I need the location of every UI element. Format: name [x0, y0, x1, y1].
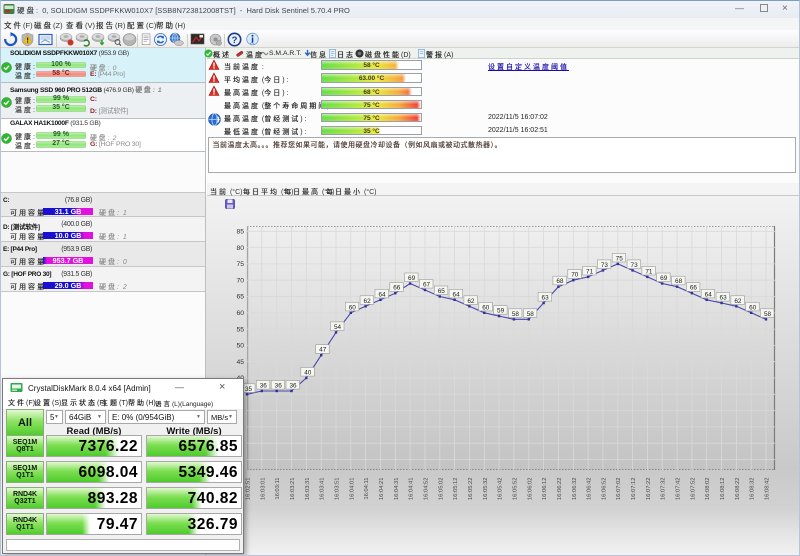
svg-text:63: 63	[542, 295, 550, 302]
svg-text:75: 75	[616, 255, 624, 262]
svg-text:40: 40	[304, 370, 312, 377]
svg-text:16:05:02: 16:05:02	[438, 478, 444, 501]
svg-text:70: 70	[571, 272, 579, 279]
svg-text:16:06:32: 16:06:32	[572, 478, 578, 501]
svg-text:64: 64	[453, 291, 461, 298]
svg-text:16:07:32: 16:07:32	[661, 478, 667, 501]
svg-text:71: 71	[645, 268, 653, 275]
svg-text:16:03:21: 16:03:21	[290, 478, 296, 501]
svg-text:16:05:22: 16:05:22	[468, 478, 474, 501]
svg-text:16:08:42: 16:08:42	[765, 478, 771, 501]
svg-text:16:03:31: 16:03:31	[305, 478, 311, 501]
svg-text:16:03:11: 16:03:11	[275, 478, 281, 500]
svg-text:50: 50	[236, 343, 244, 350]
svg-text:16:06:52: 16:06:52	[601, 478, 607, 501]
svg-text:16:07:42: 16:07:42	[676, 478, 682, 501]
svg-text:16:06:42: 16:06:42	[587, 478, 593, 501]
svg-text:69: 69	[660, 275, 668, 282]
svg-text:66: 66	[393, 285, 401, 292]
svg-text:16:08:22: 16:08:22	[735, 478, 741, 501]
svg-text:64: 64	[378, 291, 386, 298]
svg-text:36: 36	[289, 383, 297, 390]
svg-text:55: 55	[236, 326, 244, 333]
svg-text:16:05:52: 16:05:52	[512, 478, 518, 501]
svg-text:35: 35	[245, 386, 253, 393]
svg-text:16:08:32: 16:08:32	[750, 478, 756, 501]
svg-text:58: 58	[527, 311, 535, 318]
svg-text:16:03:01: 16:03:01	[260, 478, 266, 501]
svg-text:16:04:41: 16:04:41	[409, 478, 415, 501]
svg-text:36: 36	[260, 383, 268, 390]
svg-text:68: 68	[556, 278, 564, 285]
svg-text:71: 71	[586, 268, 594, 275]
svg-text:16:06:12: 16:06:12	[542, 478, 548, 501]
svg-text:80: 80	[236, 245, 244, 252]
svg-text:16:07:22: 16:07:22	[646, 478, 652, 501]
svg-text:16:03:41: 16:03:41	[320, 478, 326, 501]
svg-text:58: 58	[764, 311, 772, 318]
svg-text:60: 60	[749, 304, 757, 311]
svg-text:16:04:01: 16:04:01	[349, 478, 355, 501]
svg-text:16:04:31: 16:04:31	[394, 478, 400, 501]
svg-text:62: 62	[364, 298, 372, 305]
svg-text:16:05:12: 16:05:12	[453, 478, 459, 501]
svg-text:16:04:21: 16:04:21	[379, 478, 385, 501]
svg-text:60: 60	[482, 304, 490, 311]
svg-text:16:08:12: 16:08:12	[720, 478, 726, 501]
svg-text:58: 58	[512, 311, 520, 318]
svg-text:73: 73	[601, 262, 609, 269]
svg-text:47: 47	[319, 347, 327, 354]
svg-text:16:03:51: 16:03:51	[335, 478, 341, 501]
svg-text:54: 54	[334, 324, 342, 331]
svg-text:85: 85	[236, 229, 244, 236]
svg-text:?: ?	[232, 35, 238, 46]
svg-text:65: 65	[236, 294, 244, 301]
svg-text:60: 60	[349, 304, 357, 311]
svg-text:62: 62	[467, 298, 475, 305]
svg-text:59: 59	[497, 308, 505, 315]
svg-text:16:07:02: 16:07:02	[616, 478, 622, 501]
svg-text:16:02:51: 16:02:51	[246, 478, 252, 501]
svg-text:70: 70	[236, 277, 244, 284]
svg-text:67: 67	[423, 282, 431, 289]
svg-text:73: 73	[631, 262, 639, 269]
svg-text:16:06:02: 16:06:02	[527, 478, 533, 501]
svg-text:68: 68	[675, 278, 683, 285]
svg-text:16:04:11: 16:04:11	[364, 478, 370, 500]
svg-text:69: 69	[408, 275, 416, 282]
svg-text:16:04:52: 16:04:52	[424, 478, 430, 501]
svg-text:62: 62	[734, 298, 742, 305]
svg-text:16:07:52: 16:07:52	[690, 478, 696, 501]
svg-text:16:06:22: 16:06:22	[557, 478, 563, 501]
svg-text:16:05:32: 16:05:32	[483, 478, 489, 501]
svg-text:16:05:42: 16:05:42	[498, 478, 504, 501]
svg-text:45: 45	[236, 359, 244, 366]
svg-text:66: 66	[690, 285, 698, 292]
svg-text:60: 60	[236, 310, 244, 317]
svg-text:36: 36	[275, 383, 283, 390]
svg-text:75: 75	[236, 261, 244, 268]
svg-text:16:08:02: 16:08:02	[705, 478, 711, 501]
svg-text:64: 64	[705, 291, 713, 298]
svg-text:16:07:12: 16:07:12	[631, 478, 637, 501]
svg-text:65: 65	[438, 288, 446, 295]
svg-text:63: 63	[720, 295, 728, 302]
